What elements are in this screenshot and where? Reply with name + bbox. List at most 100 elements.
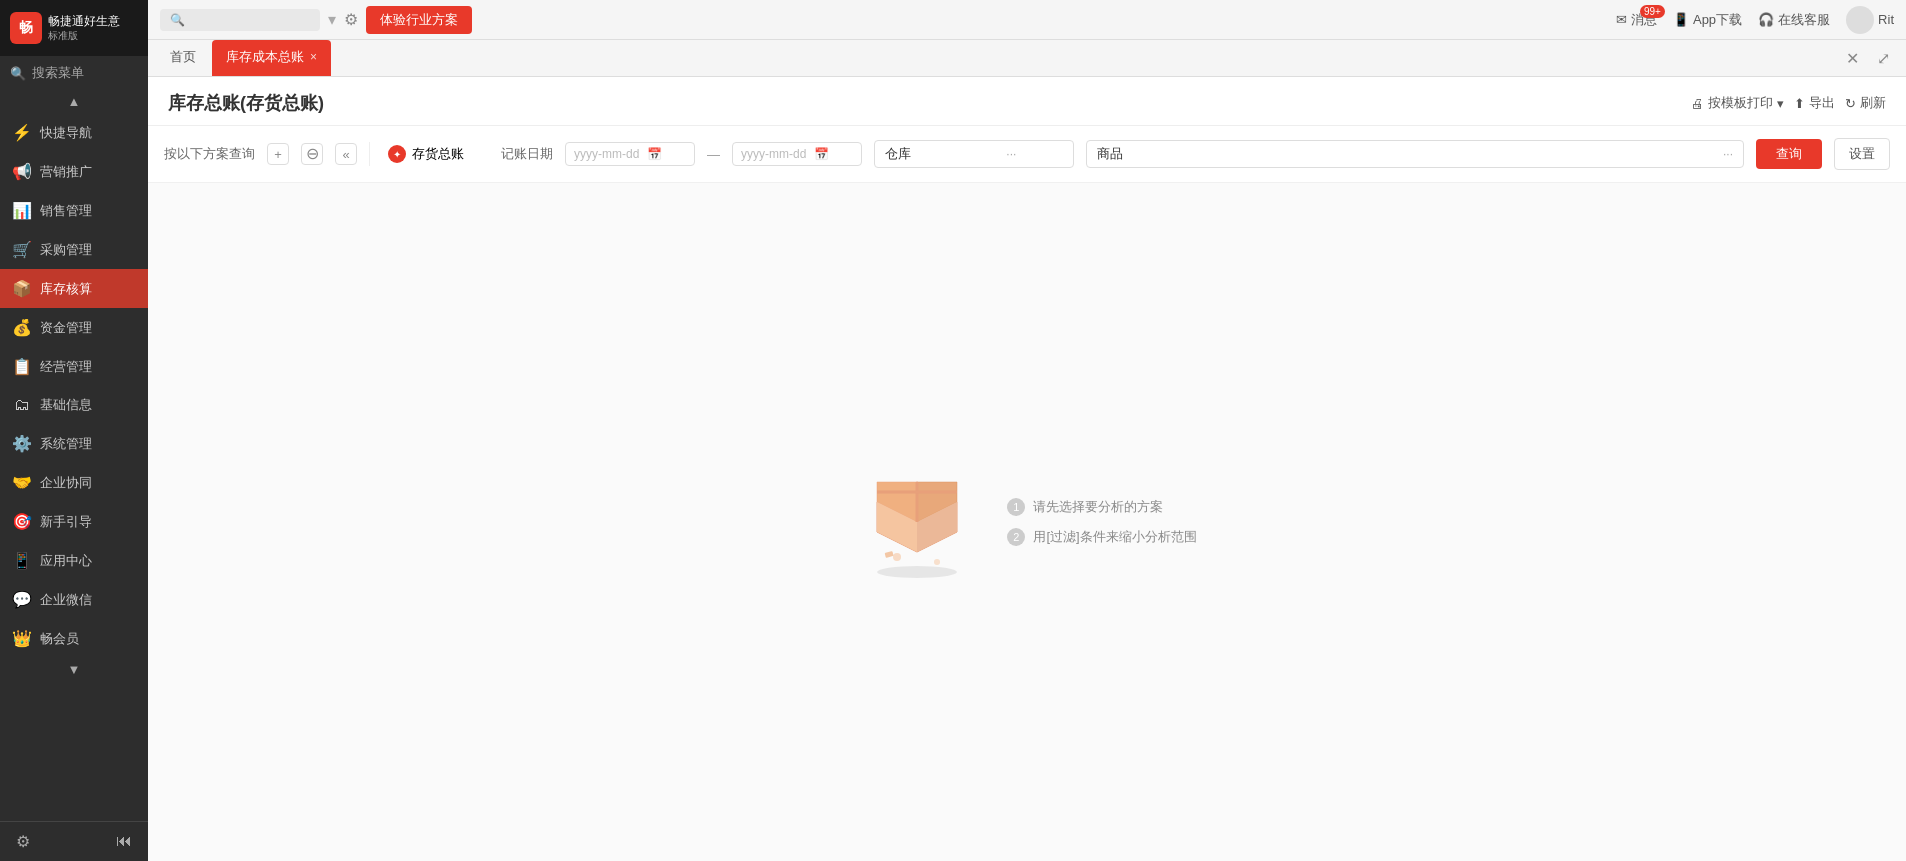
date-end-input[interactable]: yyyy-mm-dd 📅: [732, 142, 862, 166]
user-profile-btn[interactable]: Rit: [1846, 6, 1894, 34]
empty-tip-2-text: 用[过滤]条件来缩小分析范围: [1033, 528, 1196, 546]
sidebar-item-label: 资金管理: [40, 319, 92, 337]
coop-icon: 🤝: [12, 473, 32, 492]
calendar-icon: 📅: [814, 147, 829, 161]
panel-close-btn[interactable]: ✕: [1838, 45, 1867, 72]
sidebar-item-basic[interactable]: 🗂 基础信息: [0, 386, 148, 424]
empty-num-1: 1: [1007, 498, 1025, 516]
sidebar-item-purchase[interactable]: 🛒 采购管理: [0, 230, 148, 269]
purchase-icon: 🛒: [12, 240, 32, 259]
filter-scheme-panel: ✦ 存货总账: [369, 142, 489, 166]
filter-remove-btn[interactable]: ⊖: [301, 143, 323, 165]
app-download-label: App下载: [1693, 11, 1742, 29]
print-label: 按模板打印: [1708, 94, 1773, 112]
finance-icon: 💰: [12, 318, 32, 337]
chevron-left-icon: «: [342, 147, 349, 162]
print-icon: 🖨: [1691, 96, 1704, 111]
refresh-btn[interactable]: ↻ 刷新: [1845, 94, 1886, 112]
sidebar-item-inventory[interactable]: 📦 库存核算: [0, 269, 148, 308]
tab-ledger[interactable]: 库存成本总账 ×: [212, 40, 331, 76]
warehouse-select[interactable]: 仓库 ···: [874, 140, 1074, 168]
topbar: 🔍 ▾ ⚙ 体验行业方案 ✉ 消息 99+ 📱 App下载 🎧 在线客服 Rit: [148, 0, 1906, 40]
date-start-input[interactable]: yyyy-mm-dd 📅: [565, 142, 695, 166]
sidebar-item-label: 基础信息: [40, 396, 92, 414]
topbar-dropdown-btn[interactable]: ▾: [328, 10, 336, 29]
message-badge: 99+: [1640, 5, 1665, 18]
tab-home[interactable]: 首页: [156, 40, 210, 76]
sidebar-item-vip[interactable]: 👑 畅会员: [0, 619, 148, 658]
online-service-btn[interactable]: 🎧 在线客服: [1758, 11, 1830, 29]
sidebar-item-label: 新手引导: [40, 513, 92, 531]
app-logo-icon: 畅: [10, 12, 42, 44]
sidebar-item-newbie[interactable]: 🎯 新手引导: [0, 502, 148, 541]
svg-point-0: [877, 566, 957, 578]
message-btn[interactable]: ✉ 消息 99+: [1616, 11, 1657, 29]
avatar: [1846, 6, 1874, 34]
sidebar-item-label: 营销推广: [40, 163, 92, 181]
sidebar-item-label: 库存核算: [40, 280, 92, 298]
app-download-btn[interactable]: 📱 App下载: [1673, 11, 1742, 29]
date-separator: —: [707, 147, 720, 162]
sidebar-search-btn[interactable]: 🔍 搜索菜单: [0, 56, 148, 90]
sidebar-bottom: ⚙ ⏮: [0, 821, 148, 861]
sidebar-scroll-down[interactable]: ▼: [0, 658, 148, 681]
sidebar-item-app-center[interactable]: 📱 应用中心: [0, 541, 148, 580]
headset-icon: 🎧: [1758, 12, 1774, 27]
sidebar-item-quick-nav[interactable]: ⚡ 快捷导航: [0, 113, 148, 152]
goods-more-btn[interactable]: ···: [1723, 147, 1733, 161]
sidebar-item-label: 企业协同: [40, 474, 92, 492]
sidebar: 畅 畅捷通好生意 标准版 🔍 搜索菜单 ▲ ⚡ 快捷导航 📢 营销推广 📊 销售…: [0, 0, 148, 861]
newbie-icon: 🎯: [12, 512, 32, 531]
scheme-icon: ✦: [388, 145, 406, 163]
minus-icon: ⊖: [306, 146, 319, 162]
query-btn[interactable]: 查询: [1756, 139, 1822, 169]
sidebar-item-label: 系统管理: [40, 435, 92, 453]
message-icon: ✉: [1616, 12, 1627, 27]
filter-collapse-btn[interactable]: «: [335, 143, 357, 165]
sidebar-item-sales[interactable]: 📊 销售管理: [0, 191, 148, 230]
panel-expand-btn[interactable]: ⤢: [1869, 45, 1898, 72]
topbar-search-box[interactable]: 🔍: [160, 9, 320, 31]
sidebar-scroll-up[interactable]: ▲: [0, 90, 148, 113]
filter-add-btn[interactable]: +: [267, 143, 289, 165]
scheme-item-ledger[interactable]: ✦ 存货总账: [382, 142, 489, 166]
topbar-gear-icon[interactable]: ⚙: [344, 10, 358, 29]
page-header: 库存总账(存货总账) 🖨 按模板打印 ▾ ⬆ 导出 ↻ 刷新: [148, 77, 1906, 126]
sidebar-audio-btn[interactable]: ⏮: [116, 832, 132, 851]
search-icon: 🔍: [170, 13, 185, 27]
plus-icon: +: [274, 147, 282, 162]
print-dropdown-icon[interactable]: ▾: [1777, 96, 1784, 111]
scheme-item-label: 存货总账: [412, 145, 464, 163]
sidebar-item-label: 销售管理: [40, 202, 92, 220]
sidebar-item-ops[interactable]: 📋 经营管理: [0, 347, 148, 386]
app-center-icon: 📱: [12, 551, 32, 570]
inventory-icon: 📦: [12, 279, 32, 298]
export-label: 导出: [1809, 94, 1835, 112]
topbar-right-actions: ✉ 消息 99+ 📱 App下载 🎧 在线客服 Rit: [1616, 6, 1894, 34]
online-service-label: 在线客服: [1778, 11, 1830, 29]
sidebar-item-label: 经营管理: [40, 358, 92, 376]
settings-btn[interactable]: 设置: [1834, 138, 1890, 170]
sidebar-settings-btn[interactable]: ⚙: [16, 832, 30, 851]
sidebar-item-system[interactable]: ⚙️ 系统管理: [0, 424, 148, 463]
sidebar-item-wechat[interactable]: 💬 企业微信: [0, 580, 148, 619]
empty-text-panel: 1 请先选择要分析的方案 2 用[过滤]条件来缩小分析范围: [1007, 498, 1196, 546]
sidebar-item-finance[interactable]: 💰 资金管理: [0, 308, 148, 347]
warehouse-more-btn[interactable]: ···: [1006, 147, 1063, 161]
date-start-placeholder: yyyy-mm-dd: [574, 147, 639, 161]
basic-icon: 🗂: [12, 396, 32, 414]
sidebar-item-marketing[interactable]: 📢 营销推广: [0, 152, 148, 191]
filter-row: 按以下方案查询 + ⊖ « ✦ 存货总账 记账日期 yy: [148, 126, 1906, 183]
sidebar-item-coop[interactable]: 🤝 企业协同: [0, 463, 148, 502]
sidebar-item-label: 企业微信: [40, 591, 92, 609]
print-btn[interactable]: 🖨 按模板打印 ▾: [1691, 94, 1784, 112]
export-btn[interactable]: ⬆ 导出: [1794, 94, 1835, 112]
warehouse-label: 仓库: [885, 145, 942, 163]
sidebar-nav-list: ▲ ⚡ 快捷导航 📢 营销推广 📊 销售管理 🛒 采购管理 📦 库存核算 💰 资…: [0, 90, 148, 821]
goods-select[interactable]: 商品 ···: [1086, 140, 1744, 168]
tab-ledger-close-btn[interactable]: ×: [310, 50, 317, 64]
industry-solution-btn[interactable]: 体验行业方案: [366, 6, 472, 34]
user-name-label: Rit: [1878, 12, 1894, 27]
tabbar: 首页 库存成本总账 × ✕ ⤢: [148, 40, 1906, 77]
filter-label: 按以下方案查询: [164, 145, 255, 163]
